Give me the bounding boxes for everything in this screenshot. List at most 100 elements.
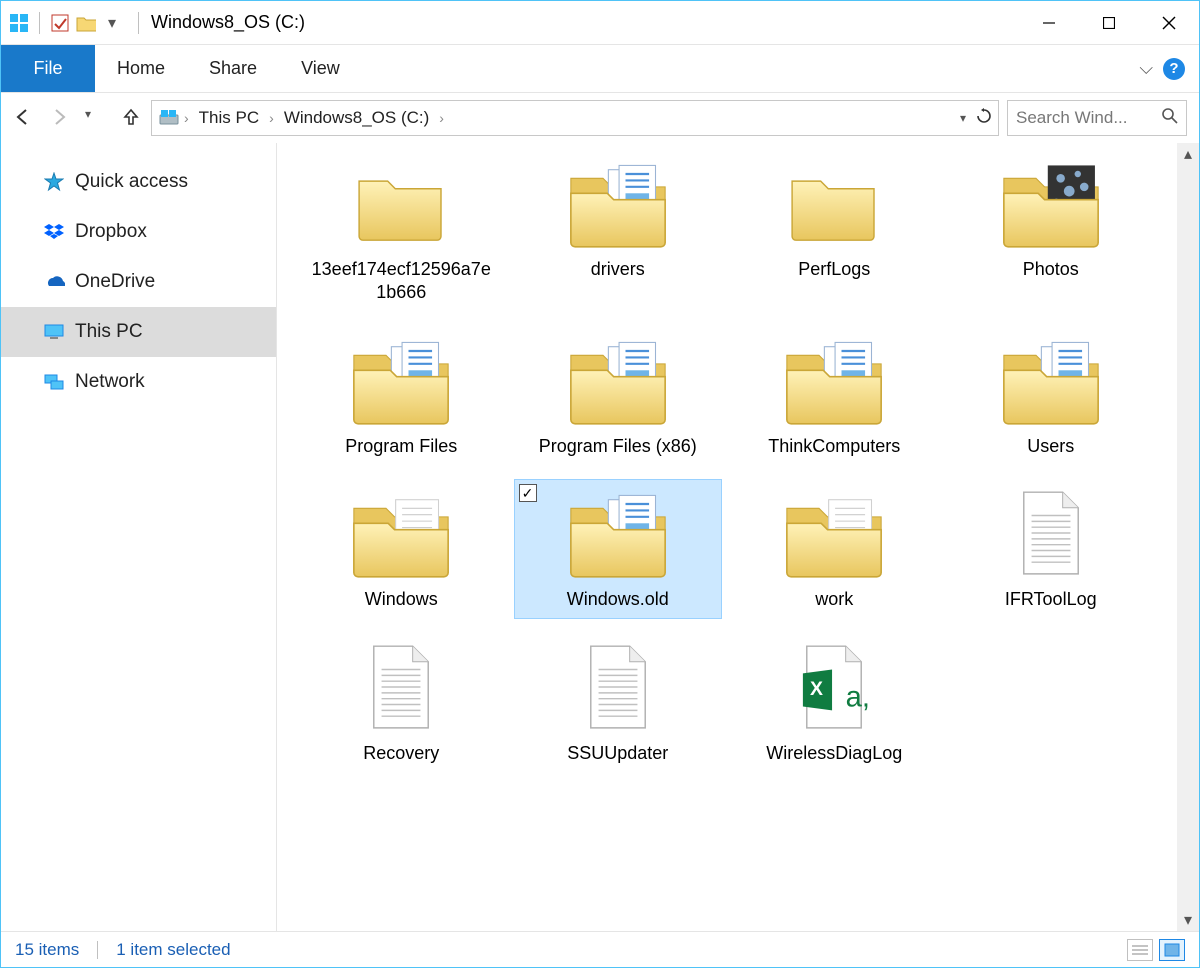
item-program-files[interactable]: ✓Program Files [297, 326, 506, 465]
item-label: Windows.old [567, 588, 669, 611]
items-grid[interactable]: ✓13eef174ecf12596a7e1b666✓drivers✓PerfLo… [277, 143, 1175, 931]
item-photos[interactable]: ✓Photos [947, 149, 1156, 312]
scroll-down-icon[interactable]: ▾ [1177, 909, 1199, 931]
sidebar-item-network[interactable]: Network [1, 357, 276, 407]
sidebar-item-label: This PC [75, 321, 143, 343]
status-selection: 1 item selected [116, 940, 230, 960]
file-text-icon [563, 640, 673, 736]
sidebar-item-label: Network [75, 371, 145, 393]
forward-button[interactable] [49, 107, 71, 129]
qat-dropdown-icon[interactable]: ▾ [102, 13, 122, 33]
tab-home[interactable]: Home [95, 45, 187, 92]
item-windows[interactable]: ✓Windows [297, 479, 506, 618]
sidebar-item-dropbox[interactable]: Dropbox [1, 207, 276, 257]
item-label: ThinkComputers [768, 435, 900, 458]
recent-locations-icon[interactable]: ▾ [85, 107, 107, 129]
up-button[interactable] [121, 107, 143, 129]
item-work[interactable]: ✓work [730, 479, 939, 618]
item-users[interactable]: ✓Users [947, 326, 1156, 465]
dropbox-icon [43, 221, 65, 243]
refresh-icon[interactable] [976, 108, 992, 129]
sidebar-item-label: Quick access [75, 171, 188, 193]
separator [97, 941, 98, 959]
sidebar-item-quick-access[interactable]: Quick access [1, 157, 276, 207]
address-bar[interactable]: › This PC › Windows8_OS (C:) › ▾ [151, 100, 999, 136]
window-controls [1019, 3, 1199, 43]
icons-view-button[interactable] [1159, 939, 1185, 961]
sidebar-item-this-pc[interactable]: This PC [1, 307, 276, 357]
tab-label: Share [209, 58, 257, 79]
item-label: Windows [365, 588, 438, 611]
folder-docs-icon [563, 486, 673, 582]
properties-icon[interactable] [50, 13, 70, 33]
crumb-sep-icon[interactable]: › [439, 110, 444, 126]
folder-open-icon [779, 486, 889, 582]
item-label: Program Files [345, 435, 457, 458]
folder-docs-icon [563, 333, 673, 429]
file-tab[interactable]: File [1, 45, 95, 92]
maximize-button[interactable] [1079, 3, 1139, 43]
search-input[interactable]: Search Wind... [1007, 100, 1187, 136]
ribbon-expand-icon[interactable]: ⌵ [1139, 58, 1153, 79]
onedrive-icon [43, 271, 65, 293]
item-label: Photos [1023, 258, 1079, 281]
item-program-files-x86-[interactable]: ✓Program Files (x86) [514, 326, 723, 465]
quick-access-toolbar: ▾ [1, 12, 143, 34]
folder-docs-icon [563, 156, 673, 252]
item-thinkcomputers[interactable]: ✓ThinkComputers [730, 326, 939, 465]
sidebar-item-onedrive[interactable]: OneDrive [1, 257, 276, 307]
drive-icon [158, 107, 180, 129]
item-perflogs[interactable]: ✓PerfLogs [730, 149, 939, 312]
tab-view[interactable]: View [279, 45, 362, 92]
item-label: PerfLogs [798, 258, 870, 281]
crumb-sep-icon[interactable]: › [269, 110, 274, 126]
sidebar-item-label: OneDrive [75, 271, 155, 293]
status-bar: 15 items 1 item selected [1, 931, 1199, 967]
item-13eef174ecf12596a7e1b666[interactable]: ✓13eef174ecf12596a7e1b666 [297, 149, 506, 312]
checkbox-icon[interactable]: ✓ [519, 484, 537, 502]
status-item-count: 15 items [15, 940, 79, 960]
separator [138, 12, 139, 34]
details-view-button[interactable] [1127, 939, 1153, 961]
breadcrumb-drive[interactable]: Windows8_OS (C:) [278, 104, 435, 132]
folder-docs-icon [346, 333, 456, 429]
back-button[interactable] [13, 107, 35, 129]
item-ssuupdater[interactable]: ✓SSUUpdater [514, 633, 723, 772]
item-windows-old[interactable]: ✓ Windows.old [514, 479, 723, 618]
titlebar: ▾ Windows8_OS (C:) [1, 1, 1199, 45]
item-wirelessdiaglog[interactable]: ✓WirelessDiagLog [730, 633, 939, 772]
close-button[interactable] [1139, 3, 1199, 43]
crumb-sep-icon[interactable]: › [184, 110, 189, 126]
item-recovery[interactable]: ✓Recovery [297, 633, 506, 772]
folder-photo-icon [996, 156, 1106, 252]
scroll-thumb[interactable] [1177, 165, 1199, 909]
minimize-button[interactable] [1019, 3, 1079, 43]
file-tab-label: File [33, 58, 62, 79]
file-excel-icon [779, 640, 889, 736]
sidebar-item-label: Dropbox [75, 221, 147, 243]
breadcrumb-this-pc[interactable]: This PC [193, 104, 265, 132]
status-view-switch [1127, 939, 1185, 961]
vertical-scrollbar[interactable]: ▴ ▾ [1177, 143, 1199, 931]
ribbon-right: ⌵ ? [1139, 45, 1199, 92]
pc-icon [43, 321, 65, 343]
search-placeholder: Search Wind... [1016, 108, 1128, 128]
ribbon: File Home Share View ⌵ ? [1, 45, 1199, 93]
file-explorer-icon[interactable] [9, 13, 29, 33]
item-label: SSUUpdater [567, 742, 668, 765]
file-text-icon [996, 486, 1106, 582]
address-dropdown-icon[interactable]: ▾ [960, 111, 966, 125]
item-label: IFRToolLog [1005, 588, 1097, 611]
tab-label: View [301, 58, 340, 79]
navigation-bar: ▾ › This PC › Windows8_OS (C:) › ▾ Searc… [1, 93, 1199, 143]
separator [39, 12, 40, 34]
scroll-up-icon[interactable]: ▴ [1177, 143, 1199, 165]
tab-share[interactable]: Share [187, 45, 279, 92]
folder-icon [346, 156, 456, 252]
body: Quick access Dropbox OneDrive This PC Networ… [1, 143, 1199, 931]
new-folder-icon[interactable] [76, 13, 96, 33]
help-icon[interactable]: ? [1163, 58, 1185, 80]
folder-docs-icon [779, 333, 889, 429]
item-drivers[interactable]: ✓drivers [514, 149, 723, 312]
item-ifrtoollog[interactable]: ✓IFRToolLog [947, 479, 1156, 618]
